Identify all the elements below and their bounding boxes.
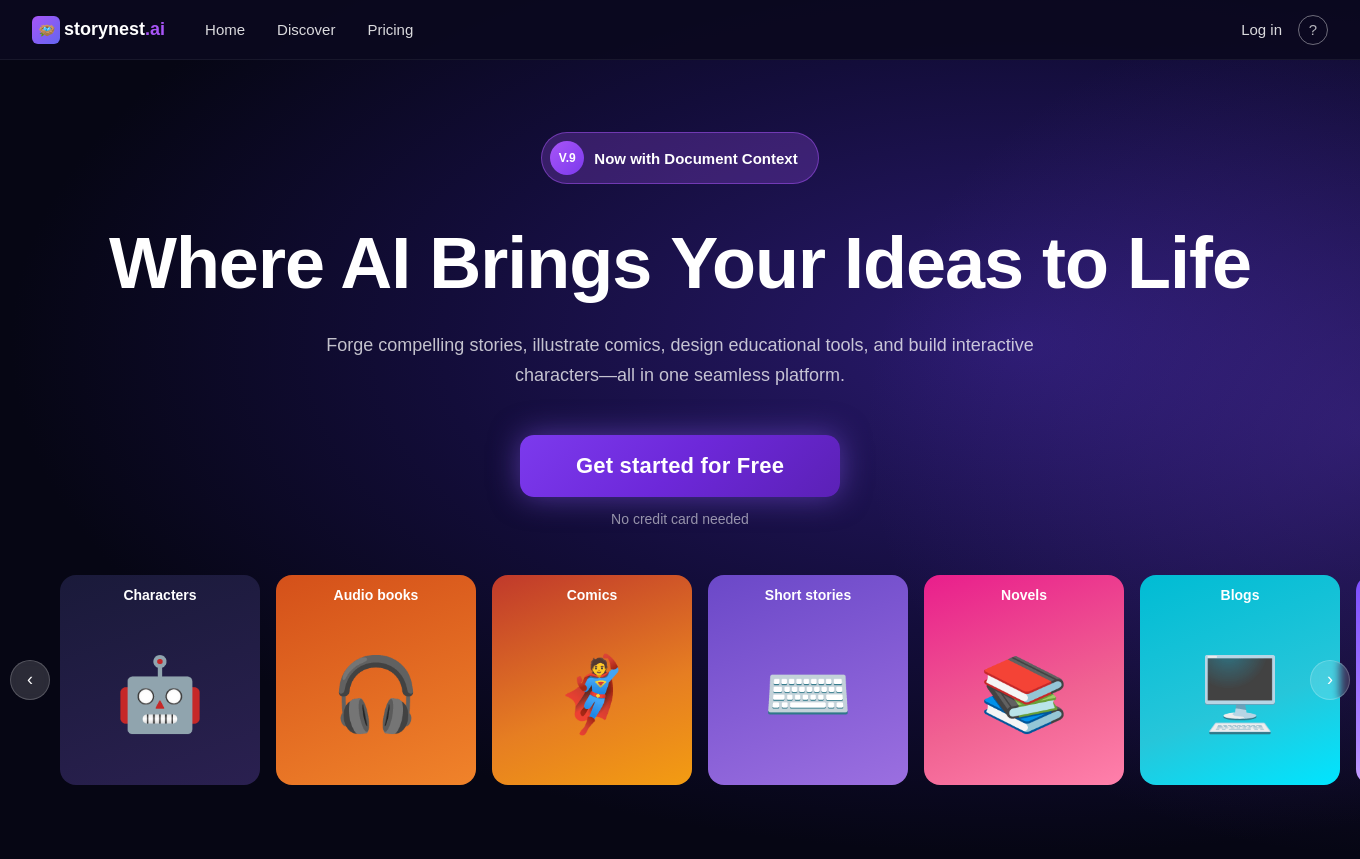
carousel-card-comics[interactable]: Comics 🦸 bbox=[492, 575, 692, 785]
no-credit-text: No credit card needed bbox=[611, 511, 749, 527]
carousel-card-characters[interactable]: Characters 🤖 bbox=[60, 575, 260, 785]
login-button[interactable]: Log in bbox=[1241, 21, 1282, 38]
card-label-blogs: Blogs bbox=[1140, 575, 1340, 611]
version-number: V.9 bbox=[550, 141, 584, 175]
carousel-card-audiobooks[interactable]: Audio books 🎧 bbox=[276, 575, 476, 785]
nav-pricing[interactable]: Pricing bbox=[367, 21, 413, 38]
card-label-education: Education bbox=[1356, 575, 1360, 611]
carousel-card-education[interactable]: Education 🎒 bbox=[1356, 575, 1360, 785]
help-button[interactable]: ? bbox=[1298, 15, 1328, 45]
carousel-prev-button[interactable]: ‹ bbox=[10, 660, 50, 700]
logo-text: storynest.ai bbox=[64, 19, 165, 40]
logo[interactable]: 🪺 storynest.ai bbox=[32, 16, 165, 44]
headline-part2: Your Ideas to Life bbox=[670, 223, 1251, 303]
nav-discover[interactable]: Discover bbox=[277, 21, 335, 38]
nav-links: Home Discover Pricing bbox=[205, 21, 1241, 38]
logo-dot: .ai bbox=[145, 19, 165, 39]
version-badge[interactable]: V.9 Now with Document Context bbox=[541, 132, 818, 184]
card-label-audiobooks: Audio books bbox=[276, 575, 476, 611]
headline-part1: Where AI Brings bbox=[109, 223, 670, 303]
nav-right: Log in ? bbox=[1241, 15, 1328, 45]
hero-headline: Where AI Brings Your Ideas to Life bbox=[109, 224, 1251, 303]
card-label-characters: Characters bbox=[60, 575, 260, 611]
navbar: 🪺 storynest.ai Home Discover Pricing Log… bbox=[0, 0, 1360, 60]
card-label-shortstories: Short stories bbox=[708, 575, 908, 611]
card-label-comics: Comics bbox=[492, 575, 692, 611]
carousel-wrapper: ‹ Characters 🤖 Audio books 🎧 Comics 🦸 Sh… bbox=[0, 575, 1360, 785]
carousel-next-button[interactable]: › bbox=[1310, 660, 1350, 700]
carousel-card-novels[interactable]: Novels 📚 bbox=[924, 575, 1124, 785]
nav-home[interactable]: Home bbox=[205, 21, 245, 38]
hero-subtext: Forge compelling stories, illustrate com… bbox=[320, 331, 1040, 390]
cta-button[interactable]: Get started for Free bbox=[520, 435, 840, 497]
badge-text: Now with Document Context bbox=[594, 150, 797, 167]
carousel-track: Characters 🤖 Audio books 🎧 Comics 🦸 Shor… bbox=[0, 575, 1360, 785]
card-label-novels: Novels bbox=[924, 575, 1124, 611]
carousel-card-shortstories[interactable]: Short stories ⌨️ bbox=[708, 575, 908, 785]
hero-section: V.9 Now with Document Context Where AI B… bbox=[0, 60, 1360, 575]
logo-icon: 🪺 bbox=[32, 16, 60, 44]
